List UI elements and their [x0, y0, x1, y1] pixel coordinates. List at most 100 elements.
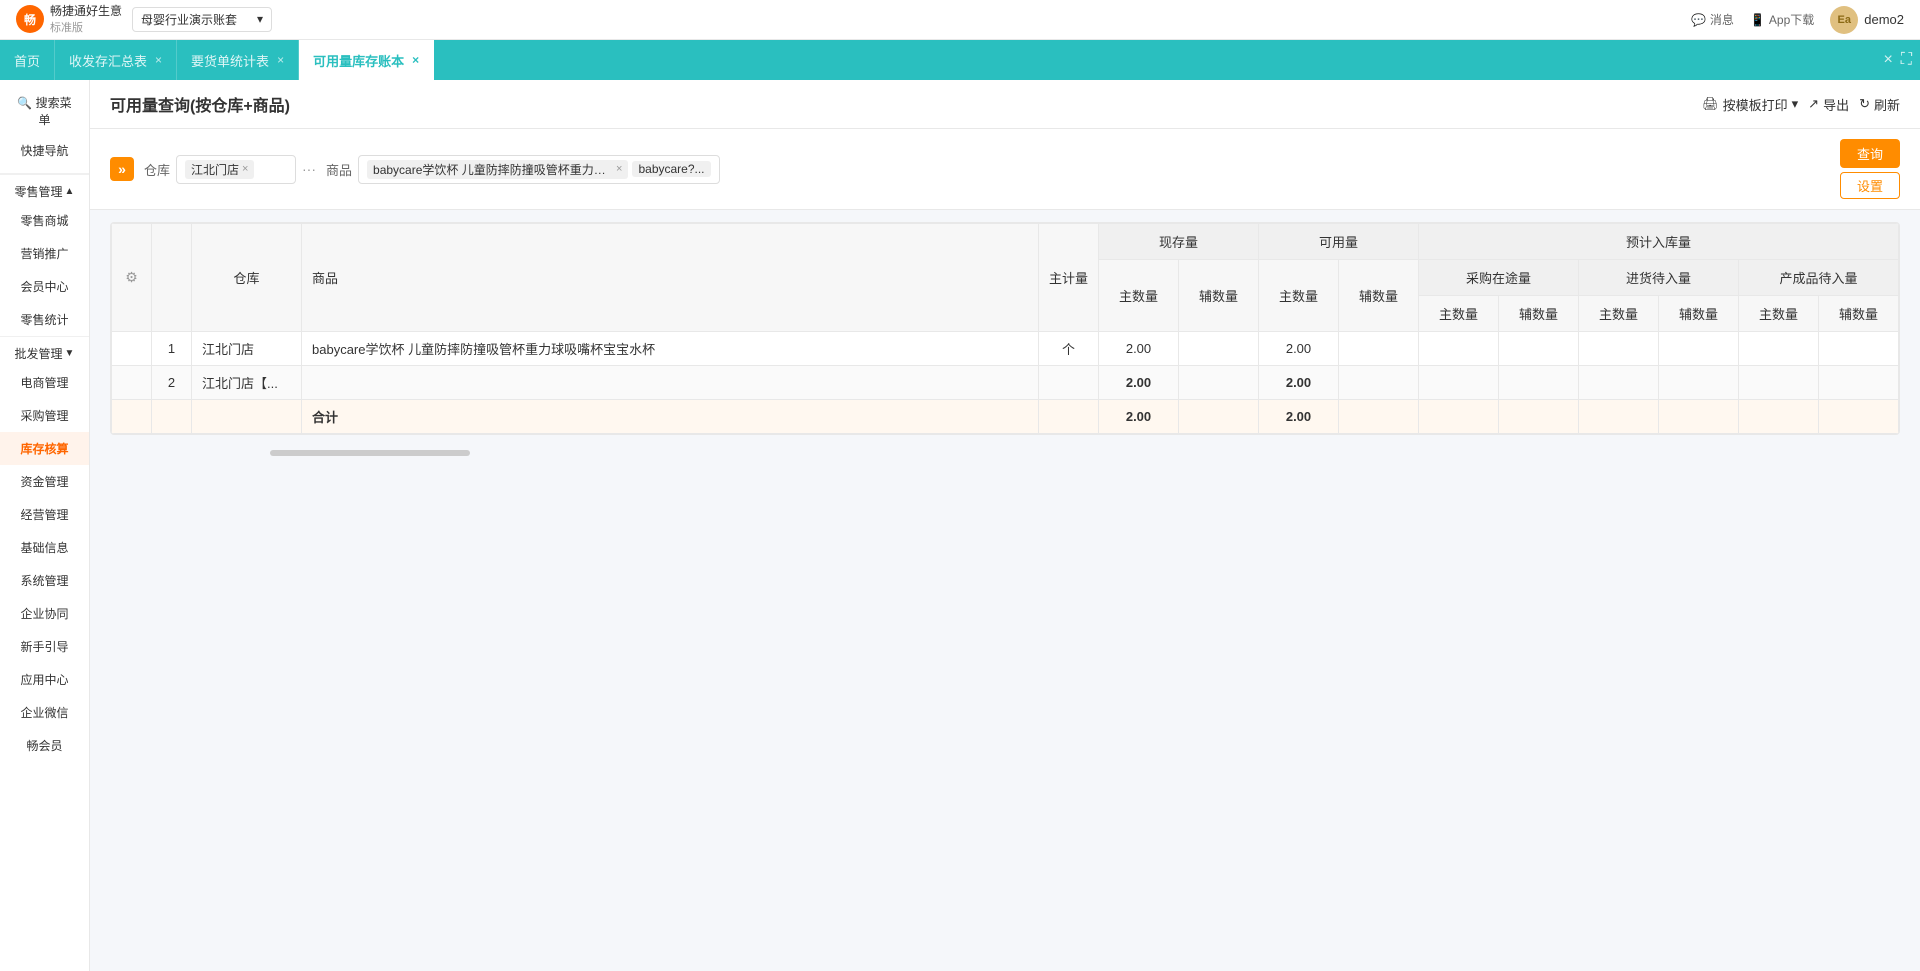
sidebar-quick-nav[interactable]: 快捷导航 — [4, 136, 85, 165]
th-goods-arriving: 进货待入量 — [1579, 260, 1739, 296]
template-print-button[interactable]: 🖨 按模板打印 ▾ — [1702, 95, 1798, 114]
cell-product-2 — [302, 366, 1039, 400]
th-current-aux: 辅数量 — [1179, 260, 1259, 332]
sidebar-top: 🔍 搜索菜单 快捷导航 — [0, 80, 89, 174]
th-current-main: 主数量 — [1099, 260, 1179, 332]
sidebar-item-inventory-check[interactable]: 库存核算 — [0, 432, 89, 465]
tab-order-stats[interactable]: 要货单统计表 × — [177, 40, 299, 80]
sidebar-item-member-center[interactable]: 会员中心 — [0, 270, 89, 303]
sidebar-item-operations[interactable]: 经营管理 — [0, 498, 89, 531]
cell-current-main-2: 2.00 — [1099, 366, 1179, 400]
summary-product-aux — [1819, 400, 1899, 434]
cell-available-aux-1 — [1339, 332, 1419, 366]
summary-goods-aux — [1659, 400, 1739, 434]
sidebar-item-enterprise-wechat[interactable]: 企业微信 — [0, 696, 89, 729]
cell-no-2: 2 — [152, 366, 192, 400]
table-row: 1 江北门店 babycare学饮杯 儿童防摔防撞吸管杯重力球吸嘴杯宝宝水杯 个… — [112, 332, 1899, 366]
tab-close-available-stock[interactable]: × — [412, 53, 419, 67]
settings-button[interactable]: 设置 — [1840, 172, 1900, 199]
tab-receive-summary[interactable]: 收发存汇总表 × — [55, 40, 177, 80]
sidebar-item-app-center[interactable]: 应用中心 — [0, 663, 89, 696]
sidebar-item-enterprise-collab[interactable]: 企业协同 — [0, 597, 89, 630]
tab-close-order-stats[interactable]: × — [277, 53, 284, 67]
tab-close-receive-summary[interactable]: × — [155, 53, 162, 67]
user-profile[interactable]: Ea demo2 — [1830, 6, 1904, 34]
avatar: Ea — [1830, 6, 1858, 34]
chevron-down-icon: ▾ — [257, 12, 263, 26]
app-icon: 📱 — [1750, 13, 1765, 27]
summary-row: 合计 2.00 2.00 — [112, 400, 1899, 434]
brand-icon: 畅 — [16, 5, 44, 33]
sidebar-item-new-guide[interactable]: 新手引导 — [0, 630, 89, 663]
sidebar-item-retail-mgmt[interactable]: 零售管理 ▲ — [0, 175, 89, 204]
summary-purchase-main — [1419, 400, 1499, 434]
cell-current-aux-1 — [1179, 332, 1259, 366]
filter-bar: » 仓库 江北门店 × ··· 商品 babycare学饮杯 儿童防摔防撞吸管杯… — [90, 129, 1920, 210]
cell-no-1: 1 — [152, 332, 192, 366]
summary-no — [152, 400, 192, 434]
cell-goods-main-2 — [1579, 366, 1659, 400]
refresh-button[interactable]: ↻ 刷新 — [1859, 95, 1900, 114]
sidebar-item-marketing[interactable]: 营销推广 — [0, 237, 89, 270]
main-layout: 🔍 搜索菜单 快捷导航 零售管理 ▲ 零售商城 营销推广 会员中心 零售统计 批… — [0, 80, 1920, 971]
top-bar-left: 畅 畅捷通好生意 标准版 母婴行业演示账套 ▾ — [16, 4, 272, 34]
sidebar-item-system[interactable]: 系统管理 — [0, 564, 89, 597]
summary-label: 合计 — [302, 400, 1039, 434]
export-button[interactable]: ↗ 导出 — [1808, 95, 1849, 114]
sidebar-item-retail-stats[interactable]: 零售统计 — [0, 303, 89, 336]
th-purchase-aux: 辅数量 — [1499, 296, 1579, 332]
chevron-down-icon-print: ▾ — [1792, 96, 1799, 112]
product-tag-close-0[interactable]: × — [616, 163, 622, 175]
th-no — [152, 224, 192, 332]
sidebar-item-member[interactable]: 畅会员 — [0, 729, 89, 762]
summary-purchase-aux — [1499, 400, 1579, 434]
sidebar-group-retail: 零售管理 ▲ — [0, 174, 89, 204]
th-available-aux: 辅数量 — [1339, 260, 1419, 332]
th-product-arriving: 产成品待入量 — [1739, 260, 1899, 296]
export-icon: ↗ — [1808, 96, 1819, 112]
data-table: ⚙ 仓库 商品 主计量 现存量 可用量 预计入库量 主数量 辅数量 主数量 — [111, 223, 1899, 434]
cell-goods-aux-2 — [1659, 366, 1739, 400]
app-download-button[interactable]: 📱 App下载 — [1750, 11, 1814, 28]
filter-expand-button[interactable]: » — [110, 157, 134, 181]
sidebar-item-retail-mall[interactable]: 零售商城 — [0, 204, 89, 237]
sidebar-item-finance[interactable]: 资金管理 — [0, 465, 89, 498]
brand-logo: 畅 畅捷通好生意 标准版 — [16, 4, 122, 34]
warehouse-filter-more[interactable]: ··· — [302, 161, 316, 177]
cell-available-main-2: 2.00 — [1259, 366, 1339, 400]
warehouse-label: 仓库 — [144, 160, 170, 179]
sidebar-item-basic-info[interactable]: 基础信息 — [0, 531, 89, 564]
sidebar-search[interactable]: 🔍 搜索菜单 — [4, 88, 85, 134]
warehouse-input[interactable]: 江北门店 × — [176, 155, 296, 184]
tab-close-all-button[interactable]: × — [1883, 51, 1892, 69]
th-available-main: 主数量 — [1259, 260, 1339, 332]
cell-product-main-2 — [1739, 366, 1819, 400]
cell-product-aux-2 — [1819, 366, 1899, 400]
product-input[interactable]: babycare学饮杯 儿童防摔防撞吸管杯重力球吸嘴杯宝宝水杯 × babyca… — [358, 155, 719, 184]
sidebar-item-ecommerce[interactable]: 电商管理 — [0, 366, 89, 399]
th-goods-main: 主数量 — [1579, 296, 1659, 332]
page-title: 可用量查询(按仓库+商品) — [110, 92, 290, 116]
search-icon: 🔍 — [17, 96, 32, 110]
gear-icon[interactable]: ⚙ — [125, 269, 138, 285]
summary-gear — [112, 400, 152, 434]
printer-icon: 🖨 — [1702, 96, 1719, 112]
warehouse-tag-0: 江北门店 × — [185, 160, 254, 179]
horizontal-scrollbar[interactable] — [270, 450, 470, 456]
chevron-icon: ▲ — [65, 186, 75, 197]
top-bar: 畅 畅捷通好生意 标准版 母婴行业演示账套 ▾ 💬 消息 📱 App下载 Ea … — [0, 0, 1920, 40]
warehouse-tag-close-0[interactable]: × — [242, 163, 248, 175]
message-button[interactable]: 💬 消息 — [1691, 11, 1734, 28]
table-row: 2 江北门店【... 2.00 2.00 — [112, 366, 1899, 400]
tab-home[interactable]: 首页 — [0, 40, 55, 80]
store-selector[interactable]: 母婴行业演示账套 ▾ — [132, 7, 272, 32]
footer-scroll — [90, 447, 1920, 459]
page-actions: 🖨 按模板打印 ▾ ↗ 导出 ↻ 刷新 — [1702, 95, 1900, 114]
message-icon: 💬 — [1691, 13, 1706, 27]
query-button[interactable]: 查询 — [1840, 139, 1900, 168]
tab-expand-button[interactable]: ⛶ — [1901, 51, 1912, 69]
tab-available-stock[interactable]: 可用量库存账本 × — [299, 40, 434, 80]
sidebar-item-purchase[interactable]: 采购管理 — [0, 399, 89, 432]
sidebar-item-wholesale-mgmt[interactable]: 批发管理 ▼ — [0, 337, 89, 366]
th-product-main: 主数量 — [1739, 296, 1819, 332]
